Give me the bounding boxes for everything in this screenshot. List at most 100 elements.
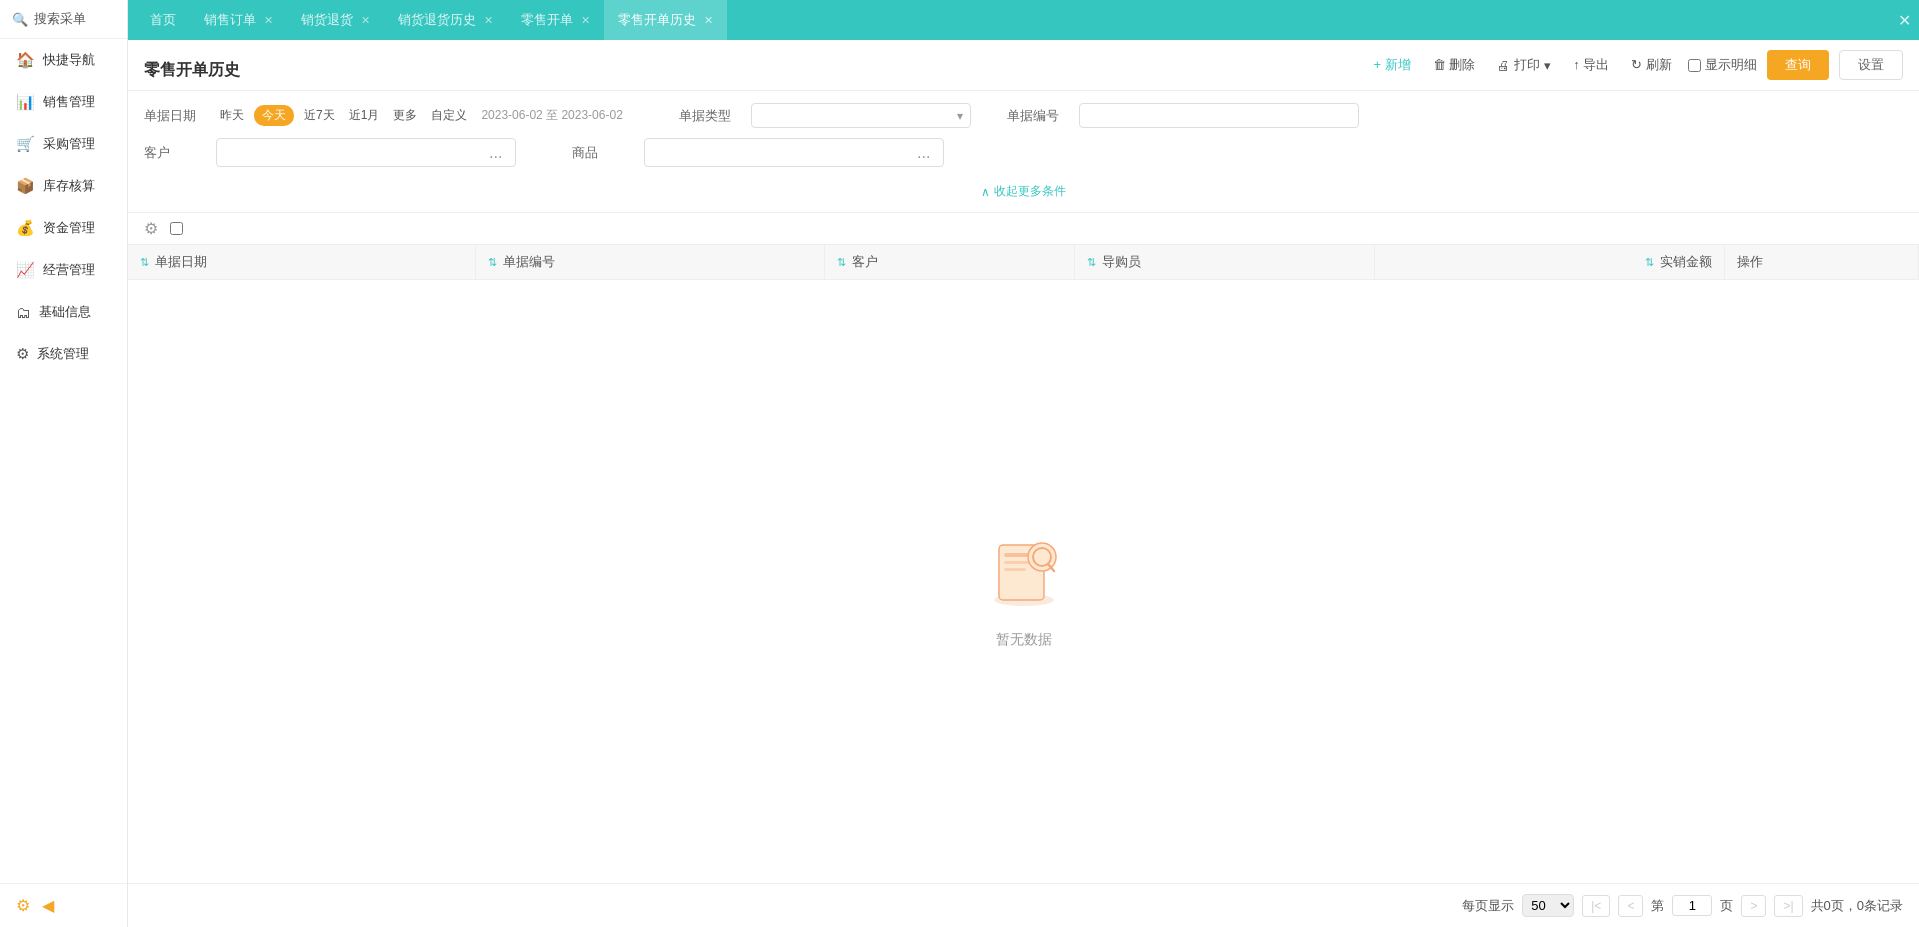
tab-sales-order-close[interactable]: ✕ bbox=[264, 14, 273, 27]
customer-picker-icon[interactable]: ... bbox=[485, 144, 506, 162]
stock-icon: 📦 bbox=[16, 177, 35, 195]
svg-rect-3 bbox=[1004, 561, 1032, 564]
toolbar: + 新增 🗑 删除 🖨 打印 ▾ ↑ 导出 ↻ 刷新 显示明细 查询 设置 bbox=[1367, 50, 1903, 90]
tab-retail-open-label: 零售开单 bbox=[521, 11, 573, 29]
collapse-filter-button[interactable]: ∧ 收起更多条件 bbox=[144, 177, 1903, 200]
table-toolbar: ⚙ bbox=[128, 213, 1919, 245]
sidebar-item-stock-calc[interactable]: 📦 库存核算 bbox=[0, 165, 127, 207]
filter-area: 单据日期 昨天 今天 近7天 近1月 更多 自定义 2023-06-02 至 2… bbox=[128, 91, 1919, 213]
basic-icon: 🗂 bbox=[16, 304, 31, 321]
print-button[interactable]: 🖨 打印 ▾ bbox=[1491, 52, 1557, 78]
show-detail-input[interactable] bbox=[1688, 59, 1701, 72]
col-number[interactable]: ⇅ 单据编号 bbox=[475, 245, 824, 280]
query-button[interactable]: 查询 bbox=[1767, 50, 1829, 80]
tab-sales-order-label: 销售订单 bbox=[204, 11, 256, 29]
number-filter-label: 单据编号 bbox=[1007, 107, 1063, 125]
goods-filter-wrapper: ... bbox=[644, 138, 944, 167]
show-detail-checkbox[interactable]: 显示明细 bbox=[1688, 56, 1757, 74]
delete-button[interactable]: 🗑 删除 bbox=[1427, 52, 1482, 78]
col-amount-label: 实销金额 bbox=[1660, 254, 1712, 269]
sidebar-item-finance-mgmt[interactable]: 💰 资金管理 bbox=[0, 207, 127, 249]
settings-button[interactable]: 设置 bbox=[1839, 50, 1903, 80]
number-filter-input[interactable] bbox=[1079, 103, 1359, 128]
table-header: ⇅ 单据日期 ⇅ 单据编号 ⇅ 客户 ⇅ 导购员 bbox=[128, 245, 1919, 280]
last-page-button[interactable]: >| bbox=[1774, 895, 1802, 917]
prev-page-button[interactable]: < bbox=[1618, 895, 1643, 917]
date-btn-today[interactable]: 今天 bbox=[254, 105, 294, 126]
per-page-select[interactable]: 50 10 20 100 bbox=[1522, 894, 1574, 917]
date-btn-custom[interactable]: 自定义 bbox=[427, 105, 471, 126]
filter-row-1: 单据日期 昨天 今天 近7天 近1月 更多 自定义 2023-06-02 至 2… bbox=[144, 103, 1903, 128]
select-all-checkbox[interactable] bbox=[170, 222, 183, 235]
tab-retail-open-close[interactable]: ✕ bbox=[581, 14, 590, 27]
tab-retail-history[interactable]: 零售开单历史 ✕ bbox=[604, 0, 727, 40]
svg-rect-4 bbox=[1004, 568, 1026, 571]
main-content: 首页 销售订单 ✕ 销货退货 ✕ 销货退货历史 ✕ 零售开单 ✕ 零售开单历史 … bbox=[128, 0, 1919, 927]
date-btn-yesterday[interactable]: 昨天 bbox=[216, 105, 248, 126]
date-range-display: 2023-06-02 至 2023-06-02 bbox=[481, 107, 622, 124]
finance-icon: 💰 bbox=[16, 219, 35, 237]
date-btn-7days[interactable]: 近7天 bbox=[300, 105, 339, 126]
tab-sales-return-label: 销货退货 bbox=[301, 11, 353, 29]
col-amount[interactable]: ⇅ 实销金额 bbox=[1375, 245, 1724, 280]
tab-sales-return-close[interactable]: ✕ bbox=[361, 14, 370, 27]
add-button[interactable]: + 新增 bbox=[1367, 52, 1416, 78]
next-page-button[interactable]: > bbox=[1741, 895, 1766, 917]
total-label: 共0页，0条记录 bbox=[1811, 897, 1903, 915]
refresh-button[interactable]: ↻ 刷新 bbox=[1625, 52, 1678, 78]
tab-retail-history-label: 零售开单历史 bbox=[618, 11, 696, 29]
customer-filter-wrapper: ... bbox=[216, 138, 516, 167]
date-btn-more[interactable]: 更多 bbox=[389, 105, 421, 126]
sidebar-search-label: 搜索采单 bbox=[34, 10, 86, 28]
export-button[interactable]: ↑ 导出 bbox=[1567, 52, 1615, 78]
goods-filter-input[interactable] bbox=[653, 141, 913, 164]
page-title: 零售开单历史 bbox=[144, 60, 240, 81]
sidebar-item-basic-info[interactable]: 🗂 基础信息 bbox=[0, 291, 127, 333]
customer-filter-input[interactable] bbox=[225, 141, 485, 164]
sort-icon-customer: ⇅ bbox=[837, 256, 846, 268]
tab-retail-history-close[interactable]: ✕ bbox=[704, 14, 713, 27]
tab-sales-return-history[interactable]: 销货退货历史 ✕ bbox=[384, 0, 507, 40]
col-date-label: 单据日期 bbox=[155, 254, 207, 269]
ops-icon: 📈 bbox=[16, 261, 35, 279]
tab-home[interactable]: 首页 bbox=[136, 0, 190, 40]
tab-sales-return-history-close[interactable]: ✕ bbox=[484, 14, 493, 27]
customer-filter-label: 客户 bbox=[144, 144, 200, 162]
sales-icon: 📊 bbox=[16, 93, 35, 111]
sidebar-search[interactable]: 🔍 搜索采单 bbox=[0, 0, 127, 39]
sidebar-item-purchase-mgmt[interactable]: 🛒 采购管理 bbox=[0, 123, 127, 165]
tab-sales-return-history-label: 销货退货历史 bbox=[398, 11, 476, 29]
type-select-wrapper bbox=[751, 103, 971, 128]
tab-sales-return[interactable]: 销货退货 ✕ bbox=[287, 0, 384, 40]
tab-retail-open[interactable]: 零售开单 ✕ bbox=[507, 0, 604, 40]
goods-picker-icon[interactable]: ... bbox=[913, 144, 934, 162]
col-customer[interactable]: ⇅ 客户 bbox=[825, 245, 1075, 280]
col-salesman[interactable]: ⇅ 导购员 bbox=[1075, 245, 1375, 280]
sidebar-item-sys-mgmt[interactable]: ⚙ 系统管理 bbox=[0, 333, 127, 375]
page-header: 零售开单历史 + 新增 🗑 删除 🖨 打印 ▾ ↑ 导出 ↻ 刷新 显示明细 查… bbox=[128, 40, 1919, 91]
sidebar-item-quick-nav[interactable]: 🏠 快捷导航 bbox=[0, 39, 127, 81]
tab-sales-order[interactable]: 销售订单 ✕ bbox=[190, 0, 287, 40]
collapse-sidebar-icon[interactable]: ◀ bbox=[42, 896, 54, 915]
collapse-filter-label: 收起更多条件 bbox=[994, 183, 1066, 200]
home-icon: 🏠 bbox=[16, 51, 35, 69]
first-page-button[interactable]: |< bbox=[1582, 895, 1610, 917]
window-close-button[interactable]: ✕ bbox=[1898, 11, 1911, 30]
col-date[interactable]: ⇅ 单据日期 bbox=[128, 245, 475, 280]
sidebar: 🔍 搜索采单 🏠 快捷导航 📊 销售管理 🛒 采购管理 📦 库存核算 💰 资金管… bbox=[0, 0, 128, 927]
type-filter-label: 单据类型 bbox=[679, 107, 735, 125]
settings-icon[interactable]: ⚙ bbox=[16, 896, 30, 915]
sidebar-item-label: 快捷导航 bbox=[43, 51, 95, 69]
table-settings-icon[interactable]: ⚙ bbox=[144, 219, 158, 238]
type-select[interactable] bbox=[751, 103, 971, 128]
sidebar-item-ops-mgmt[interactable]: 📈 经营管理 bbox=[0, 249, 127, 291]
date-btn-1month[interactable]: 近1月 bbox=[345, 105, 384, 126]
sidebar-item-sales-mgmt[interactable]: 📊 销售管理 bbox=[0, 81, 127, 123]
table-area: ⚙ ⇅ 单据日期 ⇅ 单据编号 ⇅ bbox=[128, 213, 1919, 883]
purchase-icon: 🛒 bbox=[16, 135, 35, 153]
date-filter-buttons: 昨天 今天 近7天 近1月 更多 自定义 2023-06-02 至 2023-0… bbox=[216, 105, 623, 126]
search-icon: 🔍 bbox=[12, 12, 28, 27]
page-number-input[interactable] bbox=[1672, 895, 1712, 916]
sidebar-item-label: 基础信息 bbox=[39, 303, 91, 321]
sidebar-item-label: 经营管理 bbox=[43, 261, 95, 279]
